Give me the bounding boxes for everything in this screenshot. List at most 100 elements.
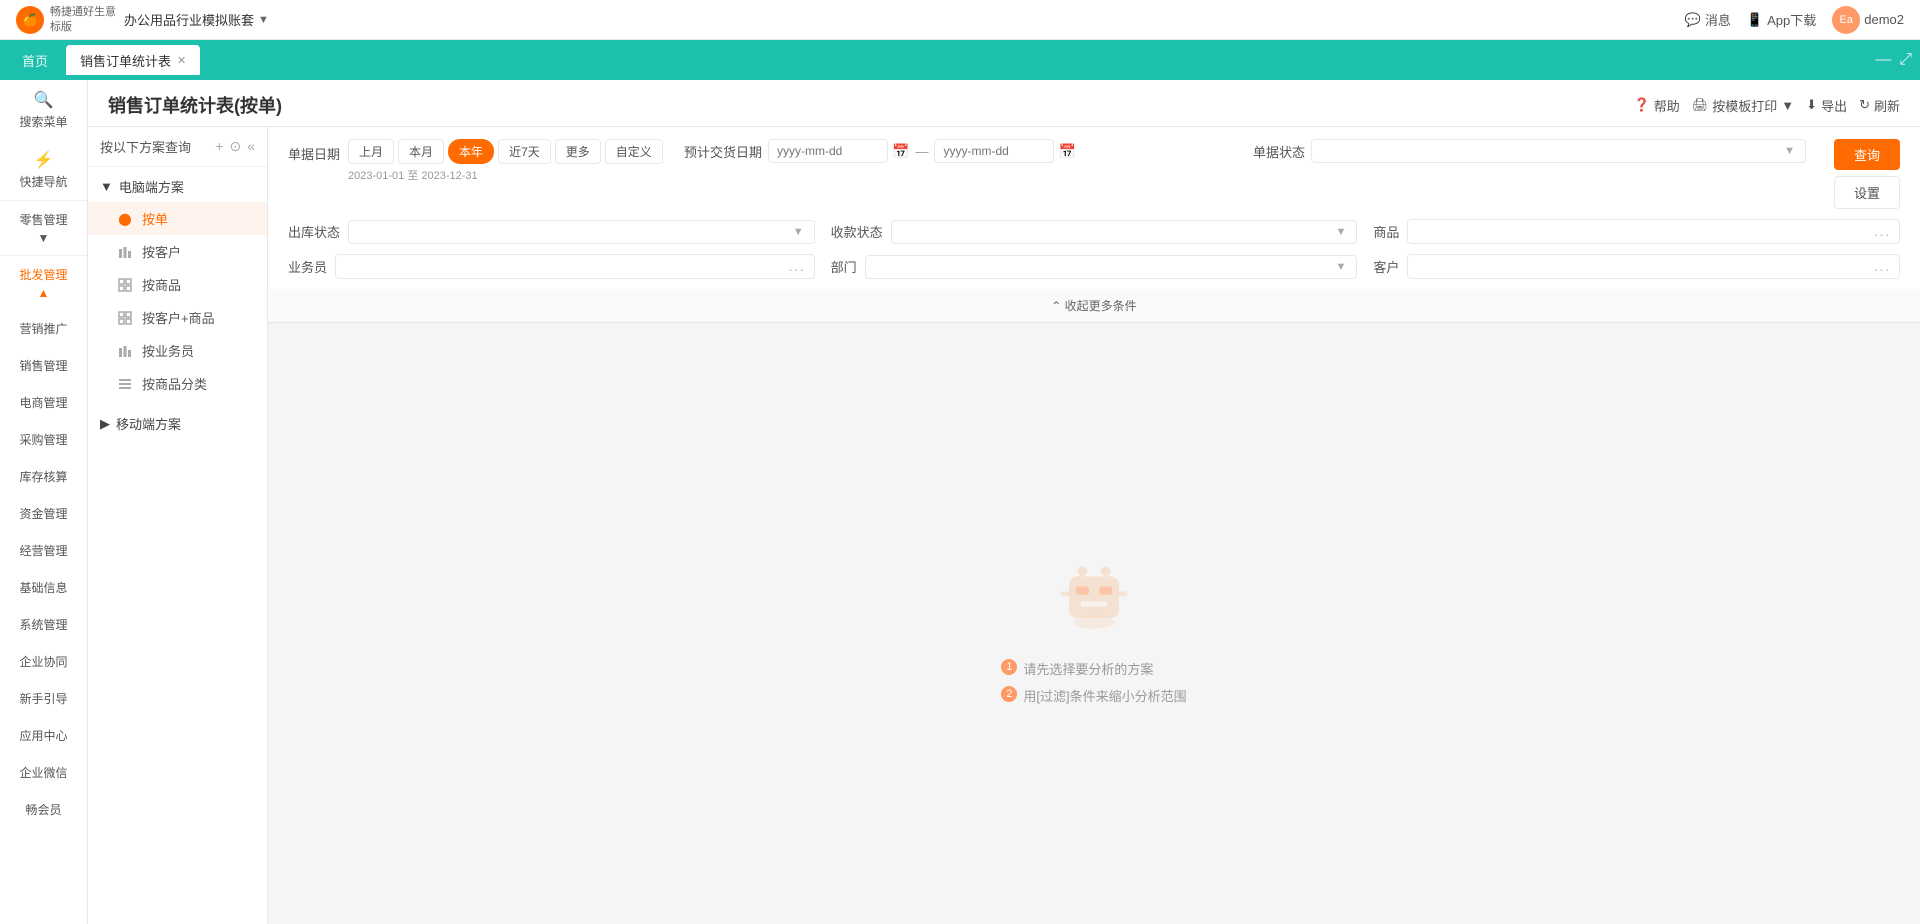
help-button[interactable]: ❓ 帮助 — [1634, 96, 1680, 115]
settings-button[interactable]: 设置 — [1834, 176, 1900, 209]
sidebar-item-newbie[interactable]: 新手引导 — [0, 680, 87, 717]
scheme-item-byorder[interactable]: ⬤ 按单 — [88, 202, 267, 235]
customer-more-icon[interactable]: ... — [1874, 259, 1891, 274]
calendar-start-icon[interactable]: 📅 — [892, 143, 909, 160]
sidebar-item-search[interactable]: 🔍 搜索菜单 — [0, 80, 87, 140]
sidebar-item-marketing[interactable]: 营销推广 — [0, 310, 87, 347]
tab-sales-order[interactable]: 销售订单统计表 ✕ — [66, 45, 200, 75]
scheme-item-bycustomergoods[interactable]: 按客户+商品 — [88, 301, 267, 334]
tab-minimize-button[interactable]: — — [1875, 51, 1891, 69]
sidebar-item-sales[interactable]: 销售管理 — [0, 347, 87, 384]
date-btn-more[interactable]: 更多 — [555, 139, 601, 164]
help-icon: ❓ — [1634, 97, 1650, 113]
template-print-button[interactable]: 🖨 按模板打印 ▼ — [1692, 96, 1794, 115]
salesman-more-icon[interactable]: ... — [789, 259, 806, 274]
sidebar-item-system[interactable]: 系统管理 — [0, 606, 87, 643]
sidebar-item-appcenter[interactable]: 应用中心 — [0, 717, 87, 754]
tab-home[interactable]: 首页 — [8, 45, 62, 75]
query-button[interactable]: 查询 — [1834, 139, 1900, 170]
content-area: 销售订单统计表(按单) ❓ 帮助 🖨 按模板打印 ▼ ⬇ 导出 ↻ 刷新 — [88, 80, 1920, 924]
page-header: 销售订单统计表(按单) ❓ 帮助 🖨 按模板打印 ▼ ⬇ 导出 ↻ 刷新 — [88, 80, 1920, 127]
out-status-select[interactable]: ▼ — [348, 220, 815, 244]
page-title: 销售订单统计表(按单) — [108, 92, 282, 118]
date-range-text: 2023-01-01 至 2023-12-31 — [348, 167, 663, 183]
sidebar-section-wholesale: 批发管理 ▲ — [0, 255, 87, 310]
goods-more-icon[interactable]: ... — [1874, 224, 1891, 239]
scheme-group-mobile-header[interactable]: ▶ 移动端方案 — [88, 408, 267, 439]
header-left: 🍊 畅捷通好生意 标版 办公用品行业模拟账套 ▼ — [16, 5, 269, 34]
predicted-date-label: 预计交货日期 — [684, 142, 762, 161]
filter-nav-area: 按以下方案查询 + ⊙ « ▼ 电脑端方案 ⬤ 按单 — [88, 127, 1920, 924]
sidebar-item-collab[interactable]: 企业协同 — [0, 643, 87, 680]
scheme-item-bysalesman[interactable]: 按业务员 — [88, 334, 267, 367]
sidebar-item-retail[interactable]: 零售管理 ▼ — [0, 201, 87, 255]
goods-label: 商品 — [1373, 222, 1399, 241]
scheme-item-bygoods[interactable]: 按商品 — [88, 268, 267, 301]
results-area: 1 请先选择要分析的方案 2 用[过滤]条件来缩小分析范围 — [268, 323, 1920, 924]
sidebar-item-ecommerce[interactable]: 电商管理 — [0, 384, 87, 421]
logo-text: 畅捷通好生意 标版 — [50, 5, 116, 34]
predicted-date-start-input[interactable] — [768, 139, 888, 163]
customer-input[interactable]: ... — [1407, 254, 1900, 279]
salesman-label: 业务员 — [288, 257, 327, 276]
export-button[interactable]: ⬇ 导出 — [1806, 96, 1847, 115]
scheme-nav-actions: + ⊙ « — [215, 138, 255, 155]
user-area[interactable]: Ea demo2 — [1832, 6, 1904, 34]
scheme-add-button[interactable]: + — [215, 138, 223, 155]
scheme-group-pc-header[interactable]: ▼ 电脑端方案 — [88, 171, 267, 202]
date-label: 单据日期 — [288, 139, 340, 163]
tab-maximize-button[interactable]: ⤢ — [1899, 51, 1912, 69]
scheme-settings-button[interactable]: ⊙ — [229, 138, 241, 155]
scheme-item-bycategory[interactable]: 按商品分类 — [88, 367, 267, 400]
quicknav-icon: ⚡ — [34, 150, 54, 170]
predicted-date-end-input[interactable] — [934, 139, 1054, 163]
scheme-grid-icon — [116, 276, 134, 294]
sidebar-item-inventory[interactable]: 库存核算 — [0, 458, 87, 495]
scheme-bar2-icon — [116, 342, 134, 360]
sidebar-item-purchase[interactable]: 采购管理 — [0, 421, 87, 458]
scheme-circle-icon: ⬤ — [116, 210, 134, 228]
breadcrumb-dropdown[interactable]: ▼ — [258, 14, 269, 26]
page-actions: ❓ 帮助 🖨 按模板打印 ▼ ⬇ 导出 ↻ 刷新 — [1634, 96, 1900, 115]
salesman-input[interactable]: ... — [335, 254, 815, 279]
collection-status-label: 收款状态 — [831, 222, 883, 241]
sidebar-item-member[interactable]: 畅会员 — [0, 791, 87, 828]
dept-select[interactable]: ▼ — [865, 255, 1358, 279]
sidebar-item-wechat[interactable]: 企业微信 — [0, 754, 87, 791]
sidebar-item-wholesale[interactable]: 批发管理 ▲ — [0, 256, 87, 310]
sidebar-item-basic[interactable]: 基础信息 — [0, 569, 87, 606]
single-status-select[interactable]: ▼ — [1311, 139, 1806, 163]
tip-num-2: 2 — [1001, 686, 1017, 702]
message-button[interactable]: 💬 消息 — [1685, 10, 1731, 29]
sidebar-item-quicknav[interactable]: ⚡ 快捷导航 — [0, 140, 87, 200]
date-btn-last-month[interactable]: 上月 — [348, 139, 394, 164]
sidebar-item-operations[interactable]: 经营管理 — [0, 532, 87, 569]
filter-results: 单据日期 上月 本月 本年 近7天 更多 自定义 20 — [268, 127, 1920, 924]
collapse-bar[interactable]: ⌃ 收起更多条件 — [268, 289, 1920, 323]
date-btn-custom[interactable]: 自定义 — [605, 139, 663, 164]
single-status-label: 单据状态 — [1253, 142, 1305, 161]
tip-num-1: 1 — [1001, 659, 1017, 675]
scheme-group-pc: ▼ 电脑端方案 ⬤ 按单 按客户 — [88, 167, 267, 404]
refresh-button[interactable]: ↻ 刷新 — [1859, 96, 1900, 115]
app-download-button[interactable]: 📱 App下载 — [1747, 10, 1816, 29]
sidebar-item-finance[interactable]: 资金管理 — [0, 495, 87, 532]
calendar-end-icon[interactable]: 📅 — [1058, 143, 1075, 160]
scheme-bar-icon — [116, 243, 134, 261]
collection-status-select[interactable]: ▼ — [891, 220, 1358, 244]
scheme-collapse-button[interactable]: « — [247, 138, 255, 155]
message-icon: 💬 — [1685, 12, 1701, 28]
avatar: Ea — [1832, 6, 1860, 34]
date-btn-this-year[interactable]: 本年 — [448, 139, 494, 164]
goods-input[interactable]: ... — [1407, 219, 1900, 244]
refresh-icon: ↻ — [1859, 97, 1870, 113]
date-btn-7days[interactable]: 近7天 — [498, 139, 551, 164]
out-status-dropdown-icon: ▼ — [793, 226, 804, 238]
empty-illustration — [1044, 543, 1144, 643]
tab-close-icon[interactable]: ✕ — [177, 54, 186, 67]
status-dropdown-icon: ▼ — [1784, 145, 1795, 157]
date-btn-this-month[interactable]: 本月 — [398, 139, 444, 164]
out-status-label: 出库状态 — [288, 222, 340, 241]
scheme-item-bycustomer[interactable]: 按客户 — [88, 235, 267, 268]
dept-dropdown-icon: ▼ — [1335, 261, 1346, 273]
